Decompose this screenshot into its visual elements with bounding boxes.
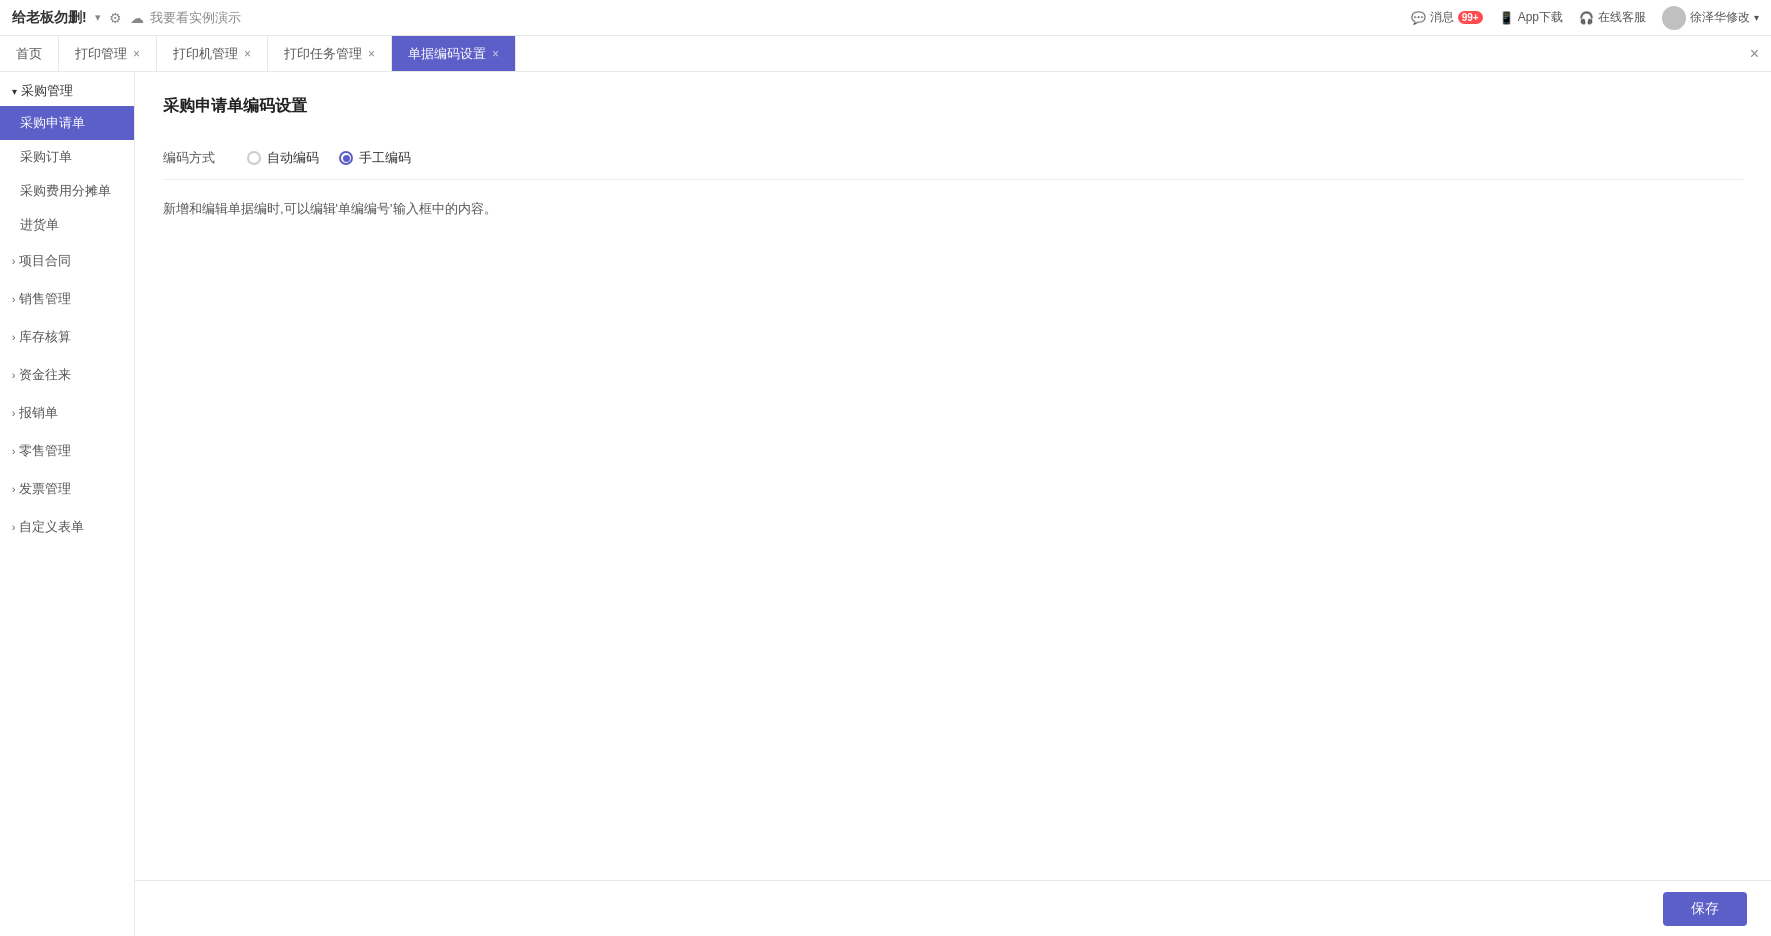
capital-flow-arrow-icon: ›	[12, 370, 15, 381]
auto-encoding-radio-circle	[247, 151, 261, 165]
sidebar-item-goods-receipt-label: 进货单	[20, 217, 59, 232]
settings-icon[interactable]: ⚙	[109, 10, 122, 26]
main-layout: ▾ 采购管理 采购申请单 采购订单 采购费用分摊单 进货单 › 项目合同 › 销…	[0, 72, 1771, 936]
search-text: 我要看实例演示	[150, 9, 241, 27]
hint-text: 新增和编辑单据编时,可以编辑'单编编号'输入框中的内容。	[163, 200, 1743, 218]
project-contract-arrow-icon: ›	[12, 256, 15, 267]
top-bar-left: 给老板勿删! ▾ ⚙ ☁ 我要看实例演示	[12, 9, 241, 27]
tab-bar: 首页 打印管理 × 打印机管理 × 打印任务管理 × 单据编码设置 × ×	[0, 36, 1771, 72]
custom-forms-arrow-icon: ›	[12, 522, 15, 533]
user-chevron-icon: ▾	[1754, 12, 1759, 23]
tab-single-code-settings[interactable]: 单据编码设置 ×	[392, 36, 516, 71]
avatar	[1662, 6, 1686, 30]
sidebar-group-capital-flow[interactable]: › 资金往来	[0, 356, 134, 394]
sidebar-group-returns[interactable]: › 报销单	[0, 394, 134, 432]
user-profile-button[interactable]: 徐泽华修改 ▾	[1662, 6, 1759, 30]
phone-icon: 📱	[1499, 11, 1514, 25]
sidebar-item-purchase-request[interactable]: 采购申请单	[0, 106, 134, 140]
tab-single-code-settings-close[interactable]: ×	[492, 47, 499, 61]
project-contract-label: 项目合同	[19, 252, 71, 270]
message-icon: 💬	[1411, 11, 1426, 25]
top-bar: 给老板勿删! ▾ ⚙ ☁ 我要看实例演示 💬 消息 99+ 📱 App下载 🎧 …	[0, 0, 1771, 36]
app-download-label: App下载	[1518, 9, 1563, 26]
returns-label: 报销单	[19, 404, 58, 422]
auto-encoding-label: 自动编码	[267, 149, 319, 167]
sidebar: ▾ 采购管理 采购申请单 采购订单 采购费用分摊单 进货单 › 项目合同 › 销…	[0, 72, 135, 936]
app-download-button[interactable]: 📱 App下载	[1499, 9, 1563, 26]
tab-printer-management-close[interactable]: ×	[244, 47, 251, 61]
auto-encoding-radio[interactable]: 自动编码	[247, 149, 319, 167]
encoding-section: 编码方式 自动编码 手工编码	[163, 137, 1743, 180]
page-title: 采购申请单编码设置	[163, 96, 1743, 117]
sidebar-group-purchase-management[interactable]: ▾ 采购管理	[0, 72, 134, 106]
encoding-method-label: 编码方式	[163, 149, 223, 167]
tab-spacer	[516, 36, 1738, 71]
online-service-button[interactable]: 🎧 在线客服	[1579, 9, 1646, 26]
cloud-icon: ☁	[130, 10, 144, 26]
message-label: 消息	[1430, 9, 1454, 26]
manual-encoding-label: 手工编码	[359, 149, 411, 167]
sidebar-group-invoice-management[interactable]: › 发票管理	[0, 470, 134, 508]
tab-single-code-settings-label: 单据编码设置	[408, 45, 486, 63]
sales-management-label: 销售管理	[19, 290, 71, 308]
tab-print-task-management-close[interactable]: ×	[368, 47, 375, 61]
tab-print-management-label: 打印管理	[75, 45, 127, 63]
chevron-down-icon[interactable]: ▾	[95, 11, 101, 24]
retail-management-arrow-icon: ›	[12, 446, 15, 457]
inventory-accounting-label: 库存核算	[19, 328, 71, 346]
sidebar-item-purchase-order-label: 采购订单	[20, 149, 72, 164]
capital-flow-label: 资金往来	[19, 366, 71, 384]
content-area: 采购申请单编码设置 编码方式 自动编码 手工编码 新增和编辑单据编时,可以编辑'…	[135, 72, 1771, 936]
manual-encoding-radio-circle	[339, 151, 353, 165]
sidebar-item-goods-receipt[interactable]: 进货单	[0, 208, 134, 242]
tab-print-management-close[interactable]: ×	[133, 47, 140, 61]
returns-arrow-icon: ›	[12, 408, 15, 419]
online-service-label: 在线客服	[1598, 9, 1646, 26]
content-main: 采购申请单编码设置 编码方式 自动编码 手工编码 新增和编辑单据编时,可以编辑'…	[135, 72, 1771, 880]
tab-print-task-management[interactable]: 打印任务管理 ×	[268, 36, 392, 71]
invoice-management-arrow-icon: ›	[12, 484, 15, 495]
encoding-radio-group: 自动编码 手工编码	[247, 149, 411, 167]
sidebar-item-purchase-order[interactable]: 采购订单	[0, 140, 134, 174]
sales-management-arrow-icon: ›	[12, 294, 15, 305]
purchase-management-arrow-icon: ▾	[12, 86, 17, 97]
sidebar-group-retail-management[interactable]: › 零售管理	[0, 432, 134, 470]
sidebar-group-custom-forms[interactable]: › 自定义表单	[0, 508, 134, 546]
sidebar-group-project-contract[interactable]: › 项目合同	[0, 242, 134, 280]
manual-encoding-radio[interactable]: 手工编码	[339, 149, 411, 167]
sidebar-group-sales-management[interactable]: › 销售管理	[0, 280, 134, 318]
sidebar-item-purchase-expense-split-label: 采购费用分摊单	[20, 183, 111, 198]
search-bar[interactable]: ☁ 我要看实例演示	[130, 9, 241, 27]
tab-print-task-management-label: 打印任务管理	[284, 45, 362, 63]
message-button[interactable]: 💬 消息 99+	[1411, 9, 1483, 26]
tab-home[interactable]: 首页	[0, 36, 59, 71]
tab-print-management[interactable]: 打印管理 ×	[59, 36, 157, 71]
logo-text: 给老板勿删!	[12, 9, 87, 27]
tab-printer-management-label: 打印机管理	[173, 45, 238, 63]
bottom-bar: 保存	[135, 880, 1771, 936]
save-button[interactable]: 保存	[1663, 892, 1747, 926]
retail-management-label: 零售管理	[19, 442, 71, 460]
sidebar-item-purchase-request-label: 采购申请单	[20, 115, 85, 130]
sidebar-group-inventory-accounting[interactable]: › 库存核算	[0, 318, 134, 356]
tab-home-label: 首页	[16, 45, 42, 63]
sidebar-item-purchase-expense-split[interactable]: 采购费用分摊单	[0, 174, 134, 208]
tab-printer-management[interactable]: 打印机管理 ×	[157, 36, 268, 71]
custom-forms-label: 自定义表单	[19, 518, 84, 536]
invoice-management-label: 发票管理	[19, 480, 71, 498]
top-bar-right: 💬 消息 99+ 📱 App下载 🎧 在线客服 徐泽华修改 ▾	[1411, 6, 1759, 30]
user-name: 徐泽华修改	[1690, 9, 1750, 26]
inventory-accounting-arrow-icon: ›	[12, 332, 15, 343]
headset-icon: 🎧	[1579, 11, 1594, 25]
purchase-management-label: 采购管理	[21, 82, 73, 100]
close-all-button[interactable]: ×	[1738, 36, 1771, 71]
message-count: 99+	[1458, 11, 1483, 24]
